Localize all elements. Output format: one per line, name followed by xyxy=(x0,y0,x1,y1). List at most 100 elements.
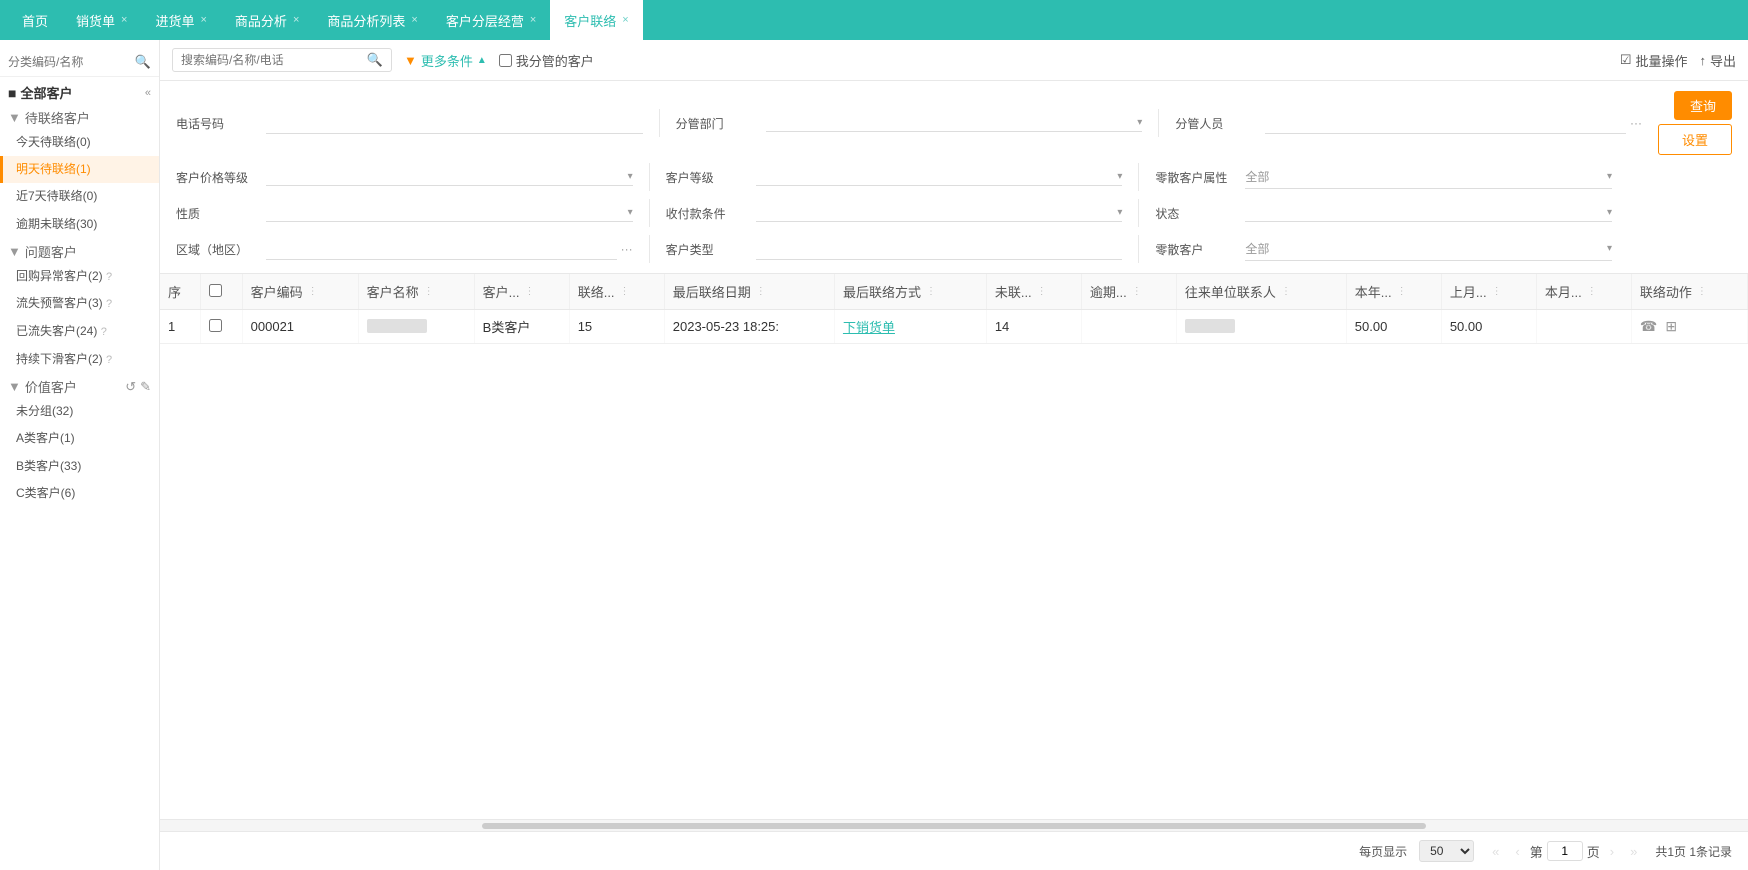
col-action: 联络动作 ⋮ xyxy=(1631,274,1747,310)
next-page-btn[interactable]: › xyxy=(1604,842,1620,861)
my-customers-checkbox-label[interactable]: 我分管的客户 xyxy=(499,51,594,70)
first-page-btn[interactable]: « xyxy=(1486,842,1505,861)
more-conditions-btn[interactable]: ▼ 更多条件 ▲ xyxy=(404,51,487,70)
filter-field-region: 区域（地区） ··· xyxy=(176,239,633,260)
nav-tab-productanalysis[interactable]: 商品分析 × xyxy=(221,0,313,40)
col-resize-icon: ⋮ xyxy=(1037,286,1047,297)
col-resize-icon: ⋮ xyxy=(1697,286,1707,297)
sidebar-all-customers[interactable]: ■ 全部客户 « xyxy=(0,77,159,104)
export-icon: ↑ xyxy=(1699,53,1706,68)
close-icon[interactable]: × xyxy=(293,14,299,26)
col-name: 客户名称 ⋮ xyxy=(358,274,474,310)
refresh-icon[interactable]: ↺ xyxy=(125,379,136,395)
filter-more-region-icon[interactable]: ··· xyxy=(621,242,633,256)
filter-field-retail-attr: 零散客户属性 全部 ▾ xyxy=(1155,165,1612,189)
cell-checkbox xyxy=(201,310,242,344)
filter-input-manager[interactable] xyxy=(1265,113,1626,134)
sidebar-search-icon[interactable]: 🔍 xyxy=(135,54,151,70)
filter-input-phone[interactable] xyxy=(266,113,643,134)
close-icon[interactable]: × xyxy=(530,14,536,26)
filter-field-nature: 性质 ▾ xyxy=(176,204,633,222)
sidebar-item-today[interactable]: 今天待联络(0) xyxy=(0,129,159,156)
filter-row-1: 电话号码 分管部门 ▾ 分管人员 ··· xyxy=(176,91,1732,155)
page-input[interactable] xyxy=(1547,841,1583,861)
nav-tab-customerlayer[interactable]: 客户分层经营 × xyxy=(432,0,550,40)
filter-select-price-level[interactable]: ▾ xyxy=(266,168,633,186)
cell-action: ☎ ⊞ xyxy=(1631,310,1747,344)
filter-select-payment[interactable]: ▾ xyxy=(756,204,1123,222)
last-page-btn[interactable]: » xyxy=(1624,842,1643,861)
close-icon[interactable]: × xyxy=(622,14,628,26)
prev-page-btn[interactable]: ‹ xyxy=(1509,842,1525,861)
sidebar-item-declining[interactable]: 持续下滑客户(2) ? xyxy=(0,346,159,374)
sidebar-search-bar: 🔍 xyxy=(0,48,159,77)
last-contact-method-link[interactable]: 下销货单 xyxy=(843,320,895,335)
export-btn[interactable]: ↑ 导出 xyxy=(1699,51,1736,70)
nav-tab-salesorder[interactable]: 销货单 × xyxy=(62,0,141,40)
col-overdue: 逾期... ⋮ xyxy=(1081,274,1176,310)
edit-icon[interactable]: ✎ xyxy=(140,379,151,395)
nav-tab-customercontact[interactable]: 客户联络 × xyxy=(550,0,642,40)
sidebar-item-a-class[interactable]: A类客户(1) xyxy=(0,425,159,452)
settings-button[interactable]: 设置 xyxy=(1658,124,1732,155)
search-icon[interactable]: 🔍 xyxy=(367,52,383,68)
more-action-icon[interactable]: ⊞ xyxy=(1665,318,1677,335)
chevron-down-icon: ▾ xyxy=(1137,117,1142,128)
sidebar-item-overdue[interactable]: 逾期未联络(30) xyxy=(0,211,159,238)
col-type: 客户... ⋮ xyxy=(474,274,569,310)
sidebar-collapse-icon[interactable]: « xyxy=(145,87,151,99)
table-area: 序 客户编码 ⋮ 客户名称 ⋮ 客户... ⋮ 联络... ⋮ 最后联络日期 ⋮… xyxy=(160,274,1748,819)
sidebar-item-churn-warning[interactable]: 流失预警客户(3) ? xyxy=(0,290,159,318)
per-page-label: 每页显示 xyxy=(1359,843,1407,860)
filter-select-nature[interactable]: ▾ xyxy=(266,204,633,222)
search-input[interactable] xyxy=(181,53,367,67)
sidebar-group-value: ▼ 价值客户 ↺ ✎ xyxy=(0,373,159,398)
contact-action-icon[interactable]: ☎ xyxy=(1640,318,1657,335)
nav-tab-productanalysislist[interactable]: 商品分析列表 × xyxy=(313,0,431,40)
select-all-checkbox[interactable] xyxy=(209,284,222,297)
query-button[interactable]: 查询 xyxy=(1674,91,1732,120)
row-checkbox[interactable] xyxy=(209,319,222,332)
filter-select-retail-attr[interactable]: 全部 ▾ xyxy=(1245,165,1612,189)
filter-label-phone: 电话号码 xyxy=(176,115,266,132)
filter-field-price-level: 客户价格等级 ▾ xyxy=(176,168,633,186)
filter-separator xyxy=(1138,199,1139,227)
filter-field-retail-customer: 零散客户 全部 ▾ xyxy=(1155,237,1612,261)
col-this-month: 本月... ⋮ xyxy=(1536,274,1631,310)
filter-select-department[interactable]: ▾ xyxy=(766,114,1143,132)
sidebar-item-churned[interactable]: 已流失客户(24) ? xyxy=(0,318,159,346)
main-layout: 🔍 ■ 全部客户 « ▼ 待联络客户 今天待联络(0) 明天待联络(1) 近7天… xyxy=(0,40,1748,870)
sidebar-search-input[interactable] xyxy=(8,55,131,69)
nav-home[interactable]: 首页 xyxy=(8,0,62,40)
col-resize-icon: ⋮ xyxy=(525,286,535,297)
filter-input-customer-type[interactable] xyxy=(756,239,1123,260)
triangle-icon: ▼ xyxy=(8,110,21,125)
sidebar-item-abnormal-repurchase[interactable]: 回购异常客户(2) ? xyxy=(0,263,159,291)
close-icon[interactable]: × xyxy=(411,14,417,26)
cell-overdue xyxy=(1081,310,1176,344)
filter-select-status[interactable]: ▾ xyxy=(1245,204,1612,222)
sidebar-item-ungrouped[interactable]: 未分组(32) xyxy=(0,398,159,425)
batch-op-btn[interactable]: ☑ 批量操作 xyxy=(1620,51,1688,70)
per-page-select[interactable]: 50 100 200 xyxy=(1419,840,1474,862)
filter-row-2: 客户价格等级 ▾ 客户等级 ▾ 零散客户属性 xyxy=(176,163,1732,191)
col-resize-icon: ⋮ xyxy=(1587,286,1597,297)
my-customers-checkbox[interactable] xyxy=(499,54,512,67)
sidebar-item-b-class[interactable]: B类客户(33) xyxy=(0,453,159,480)
filter-label-customer-type: 客户类型 xyxy=(666,241,756,258)
filter-label-status: 状态 xyxy=(1155,205,1245,222)
sidebar-item-7days[interactable]: 近7天待联络(0) xyxy=(0,183,159,210)
filter-select-retail-customer[interactable]: 全部 ▾ xyxy=(1245,237,1612,261)
filter-select-customer-level[interactable]: ▾ xyxy=(756,168,1123,186)
sidebar-item-c-class[interactable]: C类客户(6) xyxy=(0,480,159,507)
filter-panel: 电话号码 分管部门 ▾ 分管人员 ··· xyxy=(160,81,1748,274)
close-icon[interactable]: × xyxy=(200,14,206,26)
close-icon[interactable]: × xyxy=(121,14,127,26)
filter-label-payment: 收付款条件 xyxy=(666,205,756,222)
col-resize-icon: ⋮ xyxy=(1397,286,1407,297)
nav-tab-purchaseorder[interactable]: 进货单 × xyxy=(141,0,220,40)
sidebar-item-tomorrow[interactable]: 明天待联络(1) xyxy=(0,156,159,183)
scrollbar-thumb[interactable] xyxy=(482,823,1425,829)
filter-input-region[interactable] xyxy=(266,239,617,260)
filter-more-icon[interactable]: ··· xyxy=(1630,116,1642,130)
